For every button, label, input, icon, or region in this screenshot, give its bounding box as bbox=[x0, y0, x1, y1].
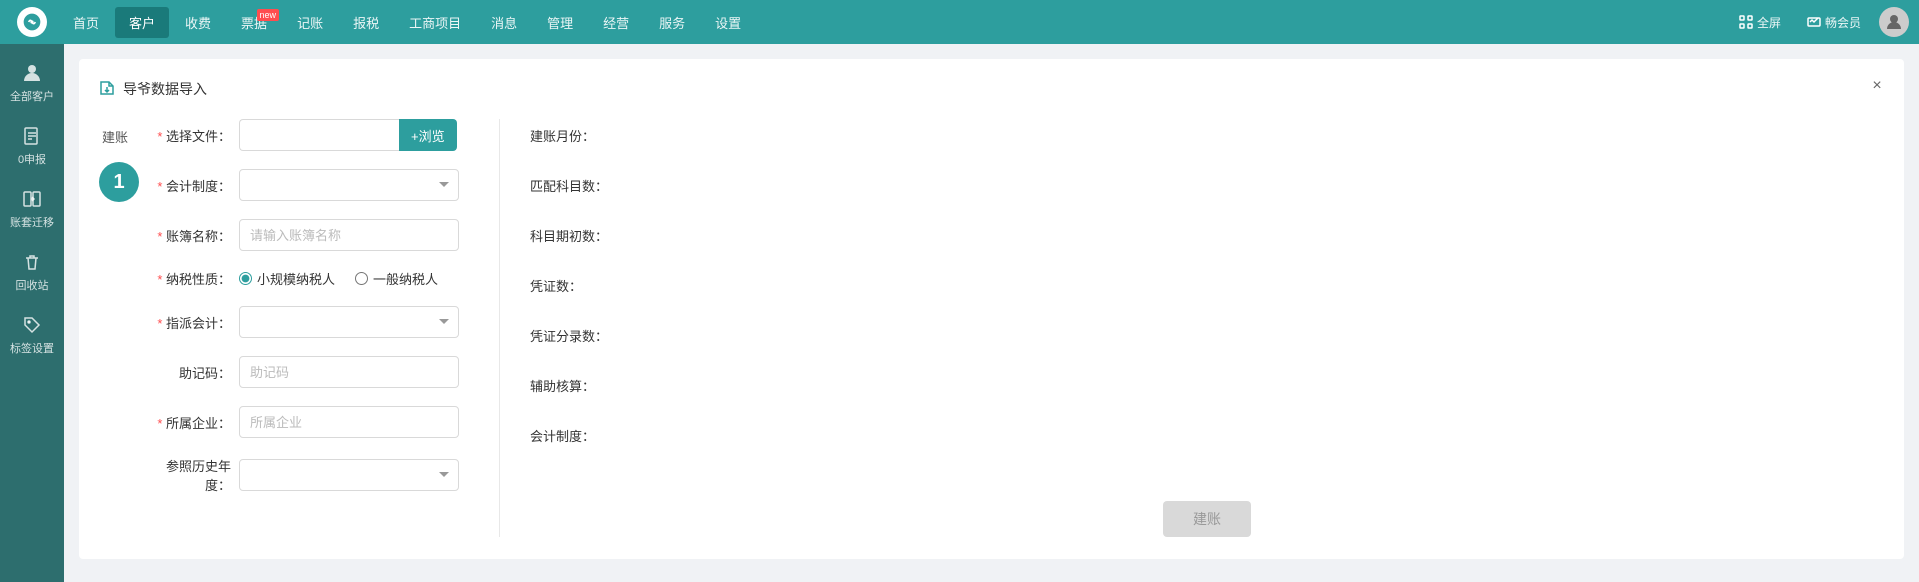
sidebar-item-tag-settings[interactable]: 标签设置 bbox=[2, 306, 62, 364]
step-label: 建账 bbox=[102, 127, 128, 146]
tax-type-row: 纳税性质： 小规模纳税人 一般纳税人 bbox=[151, 269, 459, 288]
nav-item-accounts[interactable]: 记账 bbox=[283, 7, 337, 38]
form-card: 导爷数据导入 × 建账 1 选择文件： bbox=[79, 59, 1904, 559]
subject-initial-label: 科目期初数： bbox=[530, 219, 1884, 251]
import-icon bbox=[99, 80, 115, 99]
right-accounting-system-label: 会计制度： bbox=[530, 419, 1884, 451]
top-navigation: 首页 客户 收费 票据 new 记账 报税 工商项目 消息 管理 经营 服务 设… bbox=[0, 0, 1919, 44]
app-logo[interactable] bbox=[10, 0, 54, 44]
vip-button[interactable]: 畅会员 bbox=[1799, 10, 1869, 35]
close-button[interactable]: × bbox=[1865, 74, 1889, 98]
belonging-company-input[interactable] bbox=[239, 406, 459, 438]
build-month-label: 建账月份： bbox=[530, 119, 1884, 151]
nav-item-tax[interactable]: 报税 bbox=[339, 7, 393, 38]
accounting-system-select[interactable] bbox=[239, 169, 459, 201]
sidebar-item-trash[interactable]: 回收站 bbox=[2, 243, 62, 301]
ledger-name-input[interactable] bbox=[239, 219, 459, 251]
accounting-system-row: 会计制度： bbox=[151, 169, 459, 201]
tax-type-small[interactable]: 小规模纳税人 bbox=[239, 269, 335, 288]
sidebar-item-all-customers[interactable]: 全部客户 bbox=[2, 54, 62, 112]
nav-item-fee[interactable]: 收费 bbox=[171, 7, 225, 38]
main-layout: 全部客户 0申报 账套迁移 bbox=[0, 44, 1919, 582]
sidebar-item-tag-settings-label: 标签设置 bbox=[10, 340, 54, 356]
fullscreen-button[interactable]: 全屏 bbox=[1731, 10, 1789, 35]
sidebar-item-all-customers-label: 全部客户 bbox=[10, 88, 54, 104]
person-icon bbox=[21, 62, 43, 84]
assign-accountant-row: 指派会计： bbox=[151, 306, 459, 338]
belonging-company-row: 所属企业： bbox=[151, 406, 459, 438]
accounting-system-label: 会计制度： bbox=[151, 176, 231, 195]
radio-general-taxpayer[interactable] bbox=[355, 272, 368, 285]
step-circle: 1 bbox=[99, 162, 139, 202]
nav-item-settings[interactable]: 设置 bbox=[701, 7, 755, 38]
form-left: 建账 1 选择文件： +浏览 bbox=[99, 119, 459, 537]
sidebar-item-declare[interactable]: 0申报 bbox=[2, 117, 62, 175]
new-badge: new bbox=[257, 9, 280, 21]
assign-accountant-select[interactable] bbox=[239, 306, 459, 338]
form-title: 导爷数据导入 bbox=[123, 79, 207, 99]
radio-small-scale[interactable] bbox=[239, 272, 252, 285]
browse-button[interactable]: +浏览 bbox=[399, 119, 457, 151]
sidebar: 全部客户 0申报 账套迁移 bbox=[0, 44, 64, 582]
migrate-icon bbox=[21, 188, 43, 210]
logo-icon bbox=[17, 7, 47, 37]
nav-item-operation[interactable]: 经营 bbox=[589, 7, 643, 38]
nav-item-manage[interactable]: 管理 bbox=[533, 7, 587, 38]
build-button[interactable]: 建账 bbox=[1163, 501, 1251, 537]
form-body: 建账 1 选择文件： +浏览 bbox=[99, 119, 1884, 537]
radio-general-label: 一般纳税人 bbox=[373, 269, 438, 288]
tax-type-label: 纳税性质： bbox=[151, 269, 231, 288]
form-right: 建账月份： 匹配科目数： 科目期初数： 凭证数： 凭证分录数： 辅助核算： 会计… bbox=[499, 119, 1884, 537]
fullscreen-label: 全屏 bbox=[1757, 14, 1781, 31]
form-header: 导爷数据导入 bbox=[99, 79, 1884, 99]
file-select-row: 选择文件： +浏览 bbox=[151, 119, 459, 151]
reference-year-row: 参照历史年度： bbox=[151, 456, 459, 494]
nav-item-business[interactable]: 工商项目 bbox=[395, 7, 475, 38]
content-area: 导爷数据导入 × 建账 1 选择文件： bbox=[64, 44, 1919, 582]
form-section: 选择文件： +浏览 会计制度： bbox=[151, 119, 459, 512]
sidebar-item-account-migration-label: 账套迁移 bbox=[10, 214, 54, 230]
ledger-name-row: 账簿名称： bbox=[151, 219, 459, 251]
belonging-company-label: 所属企业： bbox=[151, 413, 231, 432]
memo-code-input[interactable] bbox=[239, 356, 459, 388]
sidebar-item-trash-label: 回收站 bbox=[16, 277, 49, 293]
auxiliary-calc-label: 辅助核算： bbox=[530, 369, 1884, 401]
trash-icon bbox=[21, 251, 43, 273]
nav-item-invoice[interactable]: 票据 new bbox=[227, 7, 281, 38]
user-avatar[interactable] bbox=[1879, 7, 1909, 37]
match-subjects-label: 匹配科目数： bbox=[530, 169, 1884, 201]
nav-item-service[interactable]: 服务 bbox=[645, 7, 699, 38]
file-input-group: +浏览 bbox=[239, 119, 457, 151]
reference-year-select[interactable] bbox=[239, 459, 459, 491]
sidebar-item-account-migration[interactable]: 账套迁移 bbox=[2, 180, 62, 238]
file-select-label: 选择文件： bbox=[151, 126, 231, 145]
nav-item-message[interactable]: 消息 bbox=[477, 7, 531, 38]
nav-items: 首页 客户 收费 票据 new 记账 报税 工商项目 消息 管理 经营 服务 设… bbox=[59, 7, 1731, 38]
nav-right: 全屏 畅会员 bbox=[1731, 7, 1909, 37]
tax-type-general[interactable]: 一般纳税人 bbox=[355, 269, 438, 288]
voucher-entries-label: 凭证分录数： bbox=[530, 319, 1884, 351]
voucher-count-label: 凭证数： bbox=[530, 269, 1884, 301]
nav-item-home[interactable]: 首页 bbox=[59, 7, 113, 38]
assign-accountant-label: 指派会计： bbox=[151, 313, 231, 332]
file-input[interactable] bbox=[239, 119, 399, 151]
reference-year-label: 参照历史年度： bbox=[151, 456, 231, 494]
nav-item-customer[interactable]: 客户 bbox=[115, 7, 169, 38]
radio-small-scale-label: 小规模纳税人 bbox=[257, 269, 335, 288]
vip-label: 畅会员 bbox=[1825, 14, 1861, 31]
memo-code-row: 助记码： bbox=[151, 356, 459, 388]
ledger-name-label: 账簿名称： bbox=[151, 226, 231, 245]
sidebar-item-declare-label: 0申报 bbox=[18, 151, 46, 167]
document-icon bbox=[21, 125, 43, 147]
tax-type-radio-group: 小规模纳税人 一般纳税人 bbox=[239, 269, 438, 288]
tag-icon bbox=[21, 314, 43, 336]
memo-code-label: 助记码： bbox=[151, 363, 231, 382]
